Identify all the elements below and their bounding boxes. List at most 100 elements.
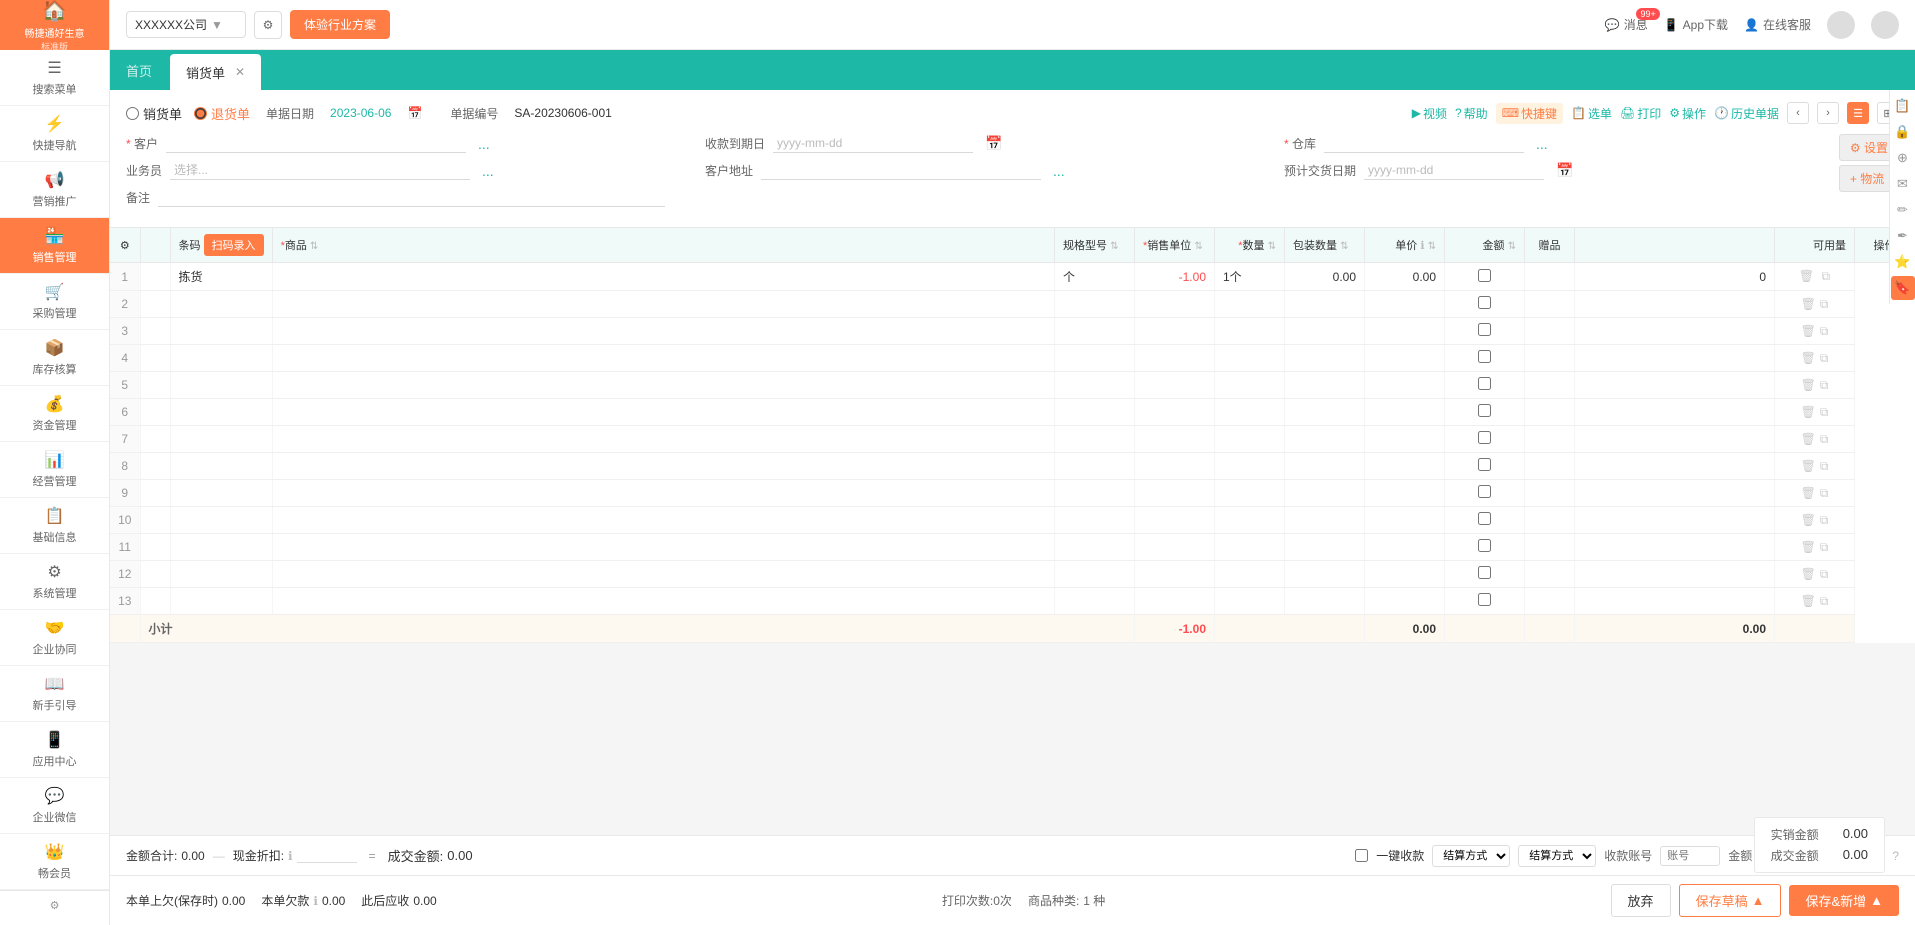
shortcut-link[interactable]: ⌨ 快捷键 [1496, 103, 1563, 124]
scan-btn[interactable]: 扫码录入 [204, 234, 264, 256]
delete-icon[interactable]: 🗑 [1801, 351, 1816, 365]
price-info-icon[interactable]: ℹ [1420, 240, 1424, 252]
save-new-btn[interactable]: 保存&新增 ▲ [1789, 885, 1899, 916]
tab-close-icon[interactable]: ✕ [235, 65, 245, 79]
sidebar-item-system[interactable]: ⚙ 系统管理 [0, 554, 109, 610]
row-spec[interactable] [272, 263, 1054, 291]
account-input[interactable] [1660, 846, 1720, 866]
right-panel-item-3[interactable]: ⊕ [1891, 146, 1915, 170]
expected-date-calendar-icon[interactable]: 📅 [1556, 162, 1573, 179]
row-gift[interactable] [1445, 263, 1525, 291]
radio-sale[interactable]: 销货单 [126, 104, 182, 123]
delete-icon[interactable]: 🗑 [1801, 297, 1816, 311]
fee-help-icon[interactable]: ? [1892, 849, 1899, 863]
copy-icon[interactable]: ⧉ [1820, 297, 1829, 311]
total-owe-icon[interactable]: ℹ [313, 894, 318, 908]
avatar2[interactable] [1871, 11, 1899, 39]
delete-icon[interactable]: 🗑 [1801, 378, 1816, 392]
right-panel-item-5[interactable]: ✏ [1891, 198, 1915, 222]
sidebar-item-appstore[interactable]: 📱 应用中心 [0, 722, 109, 778]
right-panel-item-4[interactable]: ✉ [1891, 172, 1915, 196]
sidebar-item-finance[interactable]: 💰 资金管理 [0, 386, 109, 442]
app-download-btn[interactable]: 📱 App下载 [1664, 16, 1728, 33]
right-panel-item-6[interactable]: ✒ [1891, 224, 1915, 248]
copy-icon[interactable]: ⧉ [1820, 324, 1829, 338]
settings-btn[interactable]: ⚙ [254, 11, 282, 39]
message-btn[interactable]: 💬 消息 99+ [1605, 16, 1648, 33]
radio-return[interactable]: 退货单 [194, 104, 250, 123]
delete-icon[interactable]: 🗑 [1801, 594, 1816, 608]
tab-sales[interactable]: 销货单 ✕ [170, 54, 261, 90]
discount-input[interactable] [297, 848, 357, 863]
row-price[interactable]: 0.00 [1285, 263, 1365, 291]
history-link[interactable]: 🕐 历史单据 [1714, 105, 1779, 122]
delete-icon[interactable]: 🗑 [1801, 324, 1816, 338]
right-panel-item-1[interactable]: 📋 [1891, 94, 1915, 118]
row-barcode[interactable] [140, 263, 170, 291]
cust-addr-input[interactable] [761, 161, 1041, 180]
delete-icon[interactable]: 🗑 [1801, 540, 1816, 554]
copy-icon[interactable]: ⧉ [1822, 269, 1831, 283]
warehouse-dots[interactable]: ... [1536, 136, 1548, 152]
abandon-btn[interactable]: 放弃 [1611, 884, 1671, 917]
row-unit[interactable]: 个 [1055, 263, 1135, 291]
copy-icon[interactable]: ⧉ [1820, 540, 1829, 554]
right-panel-item-8[interactable]: 🔖 [1891, 276, 1915, 300]
sidebar-item-basic[interactable]: 📋 基础信息 [0, 498, 109, 554]
right-panel-item-7[interactable]: ⭐ [1891, 250, 1915, 274]
sidebar-settings-btn[interactable]: ⚙ [0, 891, 109, 920]
copy-icon[interactable]: ⧉ [1820, 594, 1829, 608]
sidebar-item-shortcut[interactable]: ⚡ 快捷导航 [0, 106, 109, 162]
sidebar-item-wechat[interactable]: 💬 企业微信 [0, 778, 109, 834]
list-view-btn[interactable]: ☰ [1847, 102, 1869, 124]
sidebar-item-inventory[interactable]: 📦 库存核算 [0, 330, 109, 386]
copy-icon[interactable]: ⧉ [1820, 459, 1829, 473]
delete-icon[interactable]: 🗑 [1801, 567, 1816, 581]
row-pkg[interactable]: 1个 [1215, 263, 1285, 291]
sidebar-item-collab[interactable]: 🤝 企业协同 [0, 610, 109, 666]
sidebar-item-marketing[interactable]: 📢 营销推广 [0, 162, 109, 218]
sidebar-item-purchase[interactable]: 🛒 采购管理 [0, 274, 109, 330]
prev-btn[interactable]: ‹ [1787, 102, 1809, 124]
delete-icon[interactable]: 🗑 [1799, 269, 1814, 283]
company-select[interactable]: XXXXXX公司 ▼ [126, 11, 246, 38]
copy-icon[interactable]: ⧉ [1820, 486, 1829, 500]
sidebar-item-member[interactable]: 👑 畅会员 [0, 834, 109, 890]
calendar-icon[interactable]: 📅 [407, 106, 422, 120]
copy-icon[interactable]: ⧉ [1820, 432, 1829, 446]
row-amount[interactable]: 0.00 [1365, 263, 1445, 291]
help-link[interactable]: ? 帮助 [1455, 105, 1488, 122]
col-settings[interactable]: ⚙ [110, 228, 140, 263]
experience-btn[interactable]: 体验行业方案 [290, 10, 390, 39]
delete-icon[interactable]: 🗑 [1801, 459, 1816, 473]
row-product[interactable]: 拣货 [170, 263, 272, 291]
delete-icon[interactable]: 🗑 [1801, 405, 1816, 419]
tab-home[interactable]: 首页 [110, 50, 170, 90]
delete-icon[interactable]: 🗑 [1801, 432, 1816, 446]
sidebar-collapse-btn[interactable]: ◀ [0, 920, 109, 925]
salesperson-input[interactable] [170, 161, 470, 180]
delete-icon[interactable]: 🗑 [1801, 486, 1816, 500]
cust-addr-dots[interactable]: ... [1053, 163, 1065, 179]
remark-input[interactable] [158, 188, 665, 207]
right-panel-item-2[interactable]: 🔒 [1891, 120, 1915, 144]
copy-icon[interactable]: ⧉ [1820, 405, 1829, 419]
due-date-calendar-icon[interactable]: 📅 [985, 135, 1002, 152]
calc-method-select[interactable]: 结算方式 [1432, 845, 1510, 867]
due-date-input[interactable] [773, 134, 973, 153]
print-link[interactable]: 🖨 打印 [1620, 105, 1661, 122]
online-service-btn[interactable]: 👤 在线客服 [1744, 16, 1811, 33]
discount-info-icon[interactable]: ℹ [288, 849, 293, 863]
customer-dots[interactable]: ... [478, 136, 490, 152]
delete-icon[interactable]: 🗑 [1801, 513, 1816, 527]
one-click-pay-checkbox[interactable] [1355, 849, 1368, 862]
expected-date-input[interactable] [1364, 161, 1544, 180]
copy-icon[interactable]: ⧉ [1820, 378, 1829, 392]
warehouse-input[interactable]: 建材仓 [1324, 134, 1524, 153]
copy-icon[interactable]: ⧉ [1820, 513, 1829, 527]
customer-input[interactable] [166, 134, 466, 153]
copy-icon[interactable]: ⧉ [1820, 351, 1829, 365]
salesperson-dots[interactable]: ... [482, 163, 494, 179]
sidebar-item-search[interactable]: ☰ 搜索菜单 [0, 50, 109, 106]
row-qty[interactable]: -1.00 [1135, 263, 1215, 291]
